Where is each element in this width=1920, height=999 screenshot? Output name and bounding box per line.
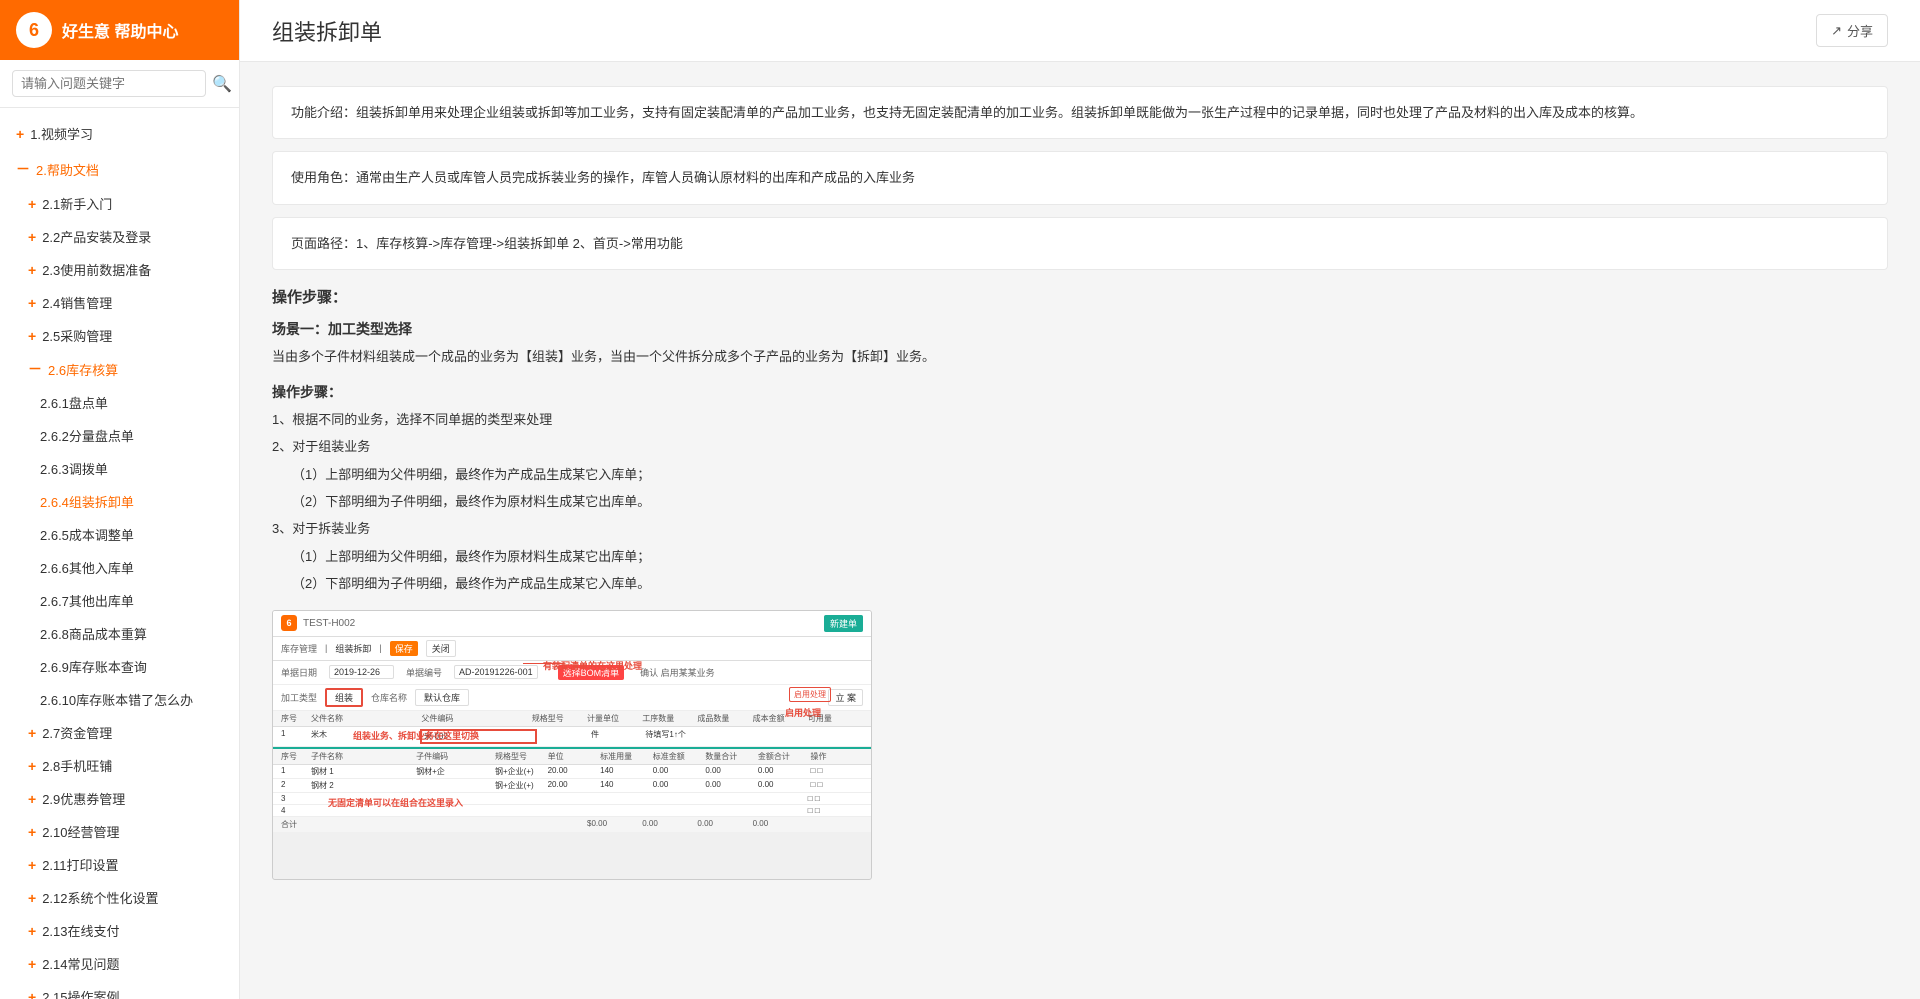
sidebar-item-install[interactable]: + 2.2产品安装及登录 xyxy=(0,220,239,253)
step3: 3、对于拆装业务 xyxy=(272,517,1888,540)
sidebar-item-cost-adjust[interactable]: 2.6.5成本调整单 xyxy=(0,518,239,551)
content-area: 功能介绍：组装拆卸单用来处理企业组装或拆卸等加工业务，支持有固定装配清单的产品加… xyxy=(240,62,1920,999)
sidebar-item-print[interactable]: + 2.11打印设置 xyxy=(0,848,239,881)
search-input[interactable] xyxy=(12,70,206,97)
expand-icon: + xyxy=(16,126,24,142)
annotation-switch: 组装业务、拆卸业务在这里切换 xyxy=(353,729,479,742)
sidebar-item-coupon[interactable]: + 2.9优惠券管理 xyxy=(0,782,239,815)
sidebar-item-other-in[interactable]: 2.6.6其他入库单 xyxy=(0,551,239,584)
sidebar-item-assembly[interactable]: 2.6.4组装拆卸单 xyxy=(0,485,239,518)
app-footer-totals: 合计 $0.00 0.00 0.00 0.00 xyxy=(273,817,871,832)
nav-section-docs: － 2.帮助文档 + 2.1新手入门 + 2.2产品安装及登录 + 2.3使用前… xyxy=(0,151,239,999)
annotation-enable: 启用处理 xyxy=(785,706,821,719)
sidebar-item-cases[interactable]: + 2.15操作案例 xyxy=(0,980,239,999)
sidebar-item-partial-stocktake[interactable]: 2.6.2分量盘点单 xyxy=(0,419,239,452)
step2-sub1: （1）上部明细为父件明细，最终作为产成品生成某它入库单； xyxy=(292,463,1888,486)
docs-subitems: + 2.1新手入门 + 2.2产品安装及登录 + 2.3使用前数据准备 + 2.… xyxy=(0,187,239,999)
sidebar: 6 好生意 帮助中心 🔍 + 1.视频学习 － 2.帮助文档 + 2.1新手入门 xyxy=(0,0,240,999)
share-button[interactable]: ↗ 分享 xyxy=(1816,14,1888,47)
logo-icon: 6 xyxy=(16,12,52,48)
app-second-toolbar: 库存管理 | 组装拆卸 | 保存 关闭 xyxy=(273,637,871,661)
search-area: 🔍 xyxy=(0,60,239,108)
sidebar-item-stock-ledger[interactable]: 2.6.9库存账本查询 xyxy=(0,650,239,683)
share-icon: ↗ xyxy=(1831,23,1842,39)
sidebar-item-beginner[interactable]: + 2.1新手入门 xyxy=(0,187,239,220)
sidebar-item-inventory[interactable]: － 2.6库存核算 xyxy=(0,352,239,386)
sidebar-item-finance[interactable]: + 2.7资金管理 xyxy=(0,716,239,749)
sidebar-item-stock-error[interactable]: 2.6.10库存账本错了怎么办 xyxy=(0,683,239,716)
ops-title: 操作步骤： xyxy=(272,286,1888,307)
sidebar-header: 6 好生意 帮助中心 xyxy=(0,0,239,60)
collapse-icon: － xyxy=(16,159,30,179)
app-lower-table-header: 序号 子件名称 子件编码 规格型号 单位 标准用量 标准金额 数量合计 金额合计… xyxy=(273,747,871,765)
nav-tree: + 1.视频学习 － 2.帮助文档 + 2.1新手入门 + 2.2产品安装及登录 xyxy=(0,108,239,999)
sidebar-item-cost-recalc[interactable]: 2.6.8商品成本重算 xyxy=(0,617,239,650)
app-save-btn[interactable]: 保存 xyxy=(390,641,418,656)
app-lower-row2: 2 钢材 2 钢+企业(+) 20.00 140 0.00 0.00 0.00 … xyxy=(273,779,871,793)
sidebar-item-data-prep[interactable]: + 2.3使用前数据准备 xyxy=(0,253,239,286)
step3-sub2: （2）下部明细为子件明细，最终作为产成品生成某它入库单。 xyxy=(292,572,1888,595)
role-block: 使用角色：通常由生产人员或库管人员完成拆装业务的操作，库管人员确认原材料的出库和… xyxy=(272,151,1888,204)
sidebar-item-online-pay[interactable]: + 2.13在线支付 xyxy=(0,914,239,947)
app-type-row: 加工类型 组装 仓库名称 默认仓库 启用处理 立 案 xyxy=(273,685,871,711)
app-confirm-btn[interactable]: 立 案 xyxy=(828,689,863,706)
page-title: 组装拆卸单 xyxy=(272,15,382,47)
app-screenshot: 6 TEST-H002 新建单 库存管理 | 组装拆卸 | 保存 关闭 单据日期… xyxy=(272,610,872,880)
app-enable-label: 启用处理 xyxy=(789,687,831,702)
nav-section-video: + 1.视频学习 xyxy=(0,116,239,151)
step2: 2、对于组装业务 xyxy=(272,435,1888,458)
sidebar-item-docs[interactable]: － 2.帮助文档 xyxy=(0,151,239,187)
app-type-select[interactable]: 组装 xyxy=(325,688,363,707)
annotation-bom: 有装配清单的在这里处理 xyxy=(543,659,642,672)
step2-sub2: （2）下部明细为子件明细，最终作为原材料生成某它出库单。 xyxy=(292,490,1888,513)
sidebar-item-stocktake[interactable]: 2.6.1盘点单 xyxy=(0,386,239,419)
steps-list: 1、根据不同的业务，选择不同单据的类型来处理 2、对于组装业务 （1）上部明细为… xyxy=(272,408,1888,596)
main-content: 组装拆卸单 ↗ 分享 功能介绍：组装拆卸单用来处理企业组装或拆卸等加工业务，支持… xyxy=(240,0,1920,999)
step3-sub1: （1）上部明细为父件明细，最终作为原材料生成某它出库单； xyxy=(292,545,1888,568)
app-topbar: 6 TEST-H002 新建单 xyxy=(273,611,871,637)
sidebar-item-transfer[interactable]: 2.6.3调拨单 xyxy=(0,452,239,485)
annotation-no-bom: 无固定清单可以在组合在这里录入 xyxy=(328,796,463,809)
app-logo: 6 xyxy=(281,615,297,631)
app-lower-row1: 1 钢材 1 钢材+企 钢+企业(+) 20.00 140 0.00 0.00 … xyxy=(273,765,871,779)
app-tab-new[interactable]: 新建单 xyxy=(824,615,863,632)
app-close-btn[interactable]: 关闭 xyxy=(426,640,456,657)
path-block: 页面路径：1、库存核算->库存管理->组装拆卸单 2、首页->常用功能 xyxy=(272,217,1888,270)
app-upper-table-header: 序号 父件名称 父件编码 规格型号 计量单位 工序数量 成品数量 成本金额 可用… xyxy=(273,711,871,727)
sidebar-item-customize[interactable]: + 2.12系统个性化设置 xyxy=(0,881,239,914)
sidebar-item-faq[interactable]: + 2.14常见问题 xyxy=(0,947,239,980)
steps-subtitle: 操作步骤： xyxy=(272,382,1888,402)
scene1-desc: 当由多个子件材料组装成一个成品的业务为【组装】业务，当由一个父件拆分成多个子产品… xyxy=(272,345,1888,370)
sidebar-item-sales[interactable]: + 2.4销售管理 xyxy=(0,286,239,319)
sidebar-item-other-out[interactable]: 2.6.7其他出库单 xyxy=(0,584,239,617)
sidebar-item-mobile[interactable]: + 2.8手机旺铺 xyxy=(0,749,239,782)
sidebar-item-ops[interactable]: + 2.10经营管理 xyxy=(0,815,239,848)
sidebar-item-video[interactable]: + 1.视频学习 xyxy=(0,116,239,151)
step1: 1、根据不同的业务，选择不同单据的类型来处理 xyxy=(272,408,1888,431)
intro-block: 功能介绍：组装拆卸单用来处理企业组装或拆卸等加工业务，支持有固定装配清单的产品加… xyxy=(272,86,1888,139)
sidebar-title: 好生意 帮助中心 xyxy=(62,18,178,42)
sidebar-item-purchase[interactable]: + 2.5采购管理 xyxy=(0,319,239,352)
main-header: 组装拆卸单 ↗ 分享 xyxy=(240,0,1920,62)
search-icon[interactable]: 🔍 xyxy=(212,74,232,94)
scene1-title: 场景一：加工类型选择 xyxy=(272,319,1888,339)
